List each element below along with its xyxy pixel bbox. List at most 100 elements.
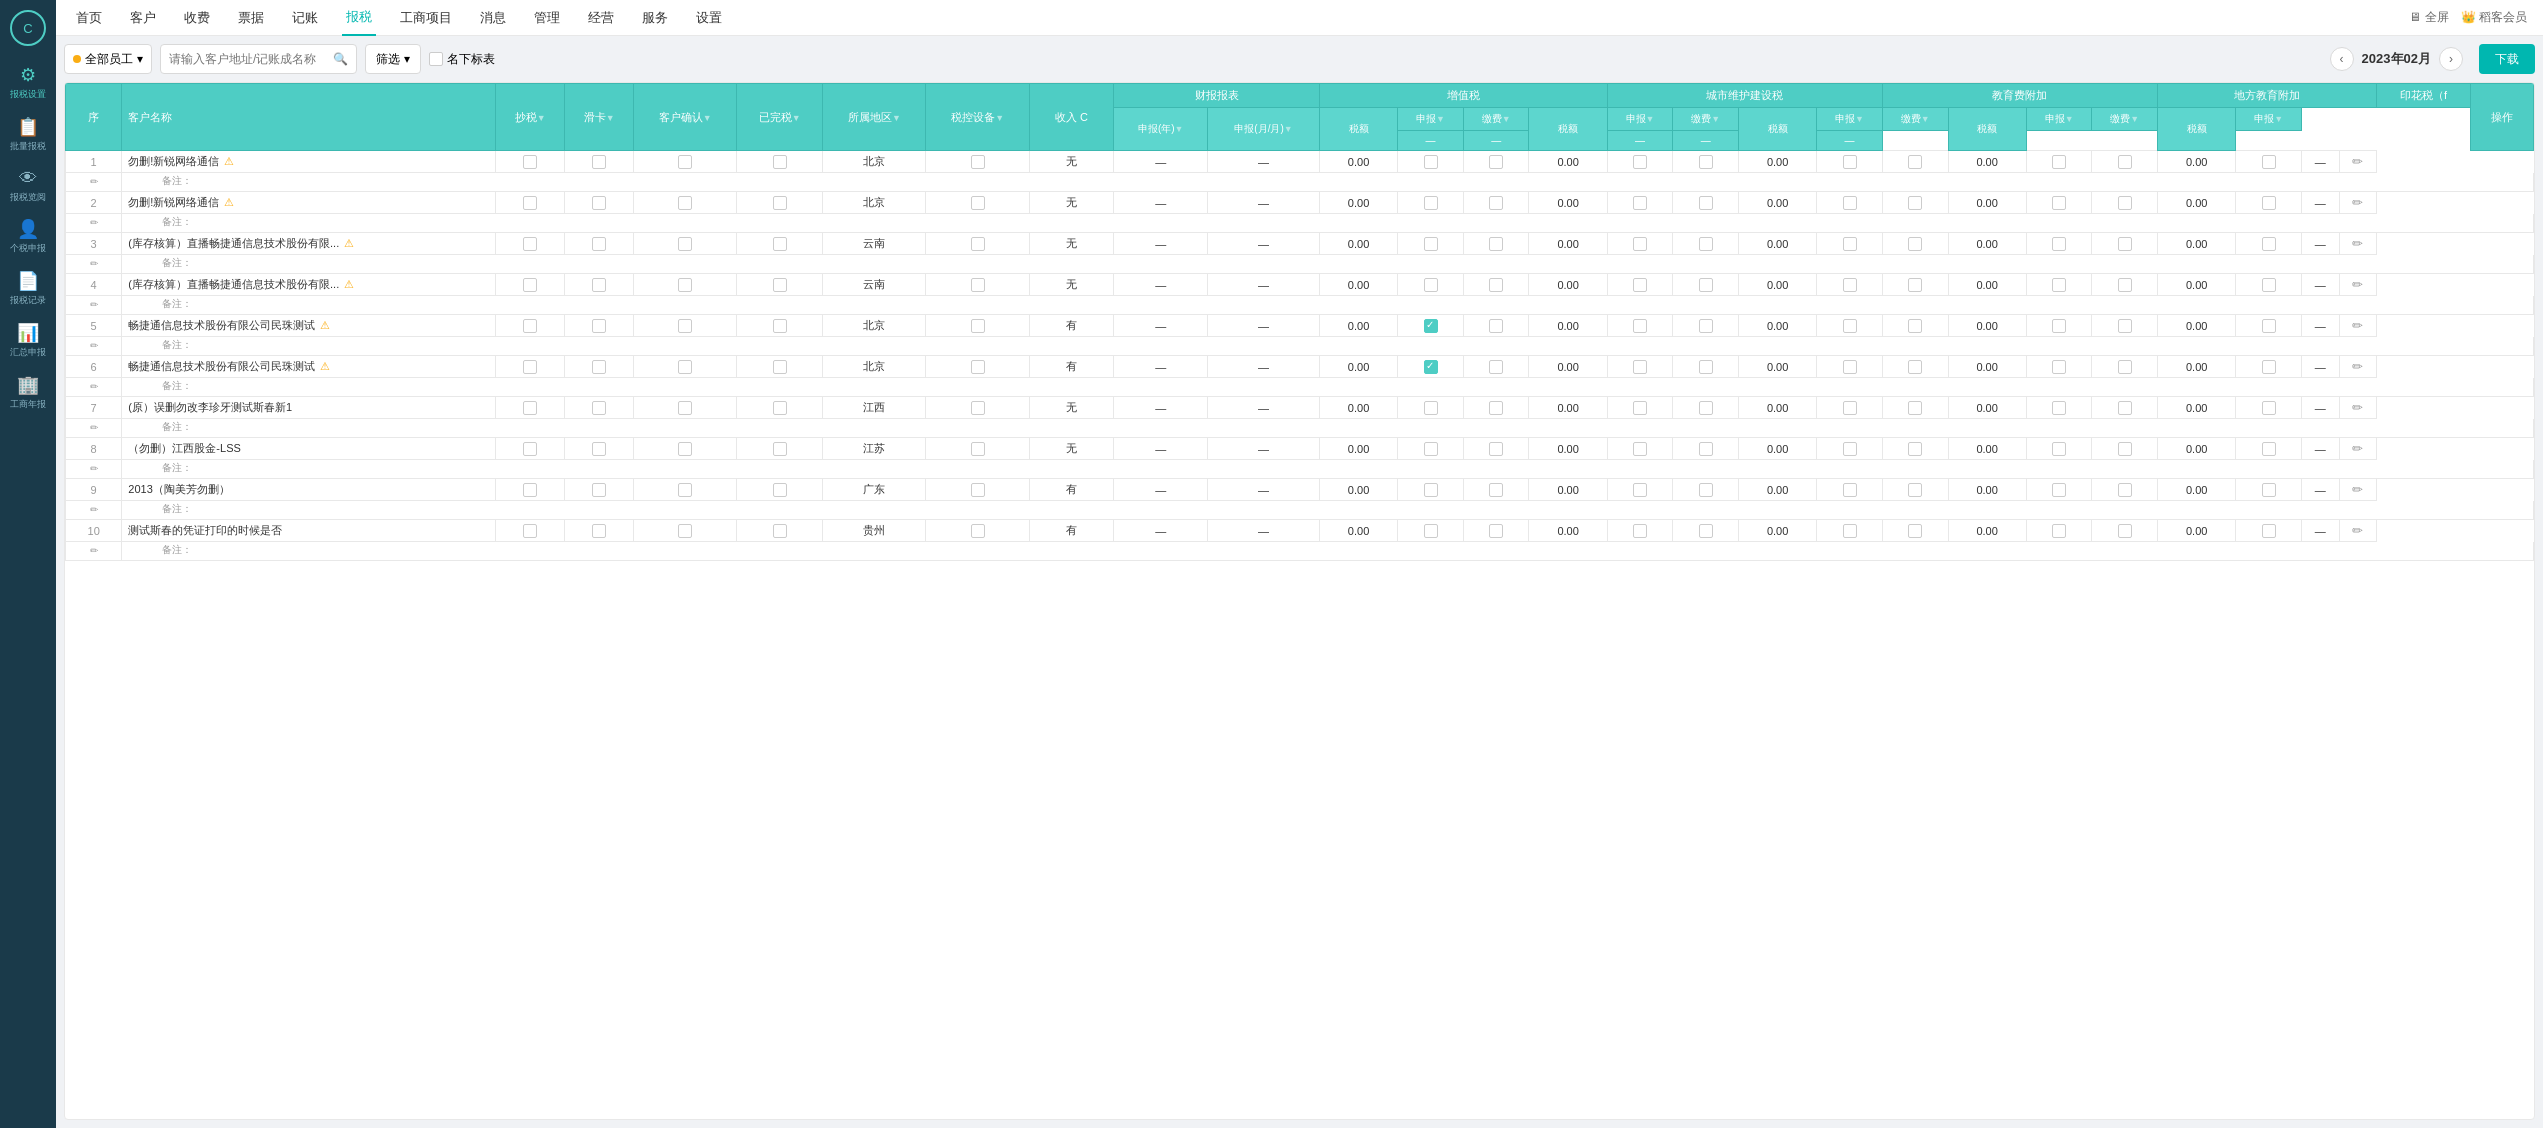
cell-zengjia-shenbao[interactable]: [1398, 397, 1464, 419]
next-month-button[interactable]: ›: [2439, 47, 2463, 71]
sidebar-item-gongshangnian-bao[interactable]: 🏢 工商年报: [0, 366, 56, 418]
checkbox[interactable]: [2118, 196, 2132, 210]
cell-cweihu-shenbao[interactable]: [1607, 356, 1673, 378]
cell-jiaoyu-shenbao[interactable]: [1817, 151, 1883, 173]
checkbox[interactable]: [1633, 360, 1647, 374]
cell-cweihu-shenbao[interactable]: [1607, 397, 1673, 419]
remark-edit-icon[interactable]: ✏: [66, 378, 122, 397]
checkbox[interactable]: [1633, 483, 1647, 497]
cell-caozuo[interactable]: ✏: [2339, 274, 2377, 296]
cell-kehuqueren[interactable]: [634, 479, 737, 501]
cell-huaka[interactable]: [565, 356, 634, 378]
cell-jiaoyu-jiaofei[interactable]: [1882, 274, 1948, 296]
checkbox[interactable]: [2118, 442, 2132, 456]
nav-baoshui[interactable]: 报税: [342, 0, 376, 36]
checkbox[interactable]: [1699, 524, 1713, 538]
checkbox[interactable]: [2118, 319, 2132, 333]
cell-kongzhi[interactable]: [926, 151, 1029, 173]
cell-caozuo[interactable]: ✏: [2339, 192, 2377, 214]
cell-jiaoyu-jiaofei[interactable]: [1882, 479, 1948, 501]
checkbox[interactable]: [1489, 360, 1503, 374]
checkbox[interactable]: [2118, 401, 2132, 415]
cell-zengjia-shenbao[interactable]: [1398, 479, 1464, 501]
cell-defang-shenbao[interactable]: [2026, 438, 2092, 460]
cell-chaoshui[interactable]: [496, 520, 565, 542]
cell-kongzhi[interactable]: [926, 192, 1029, 214]
cell-cweihu-jiaofei[interactable]: [1673, 192, 1739, 214]
cell-defang-jiaofei[interactable]: [2092, 479, 2158, 501]
checkbox[interactable]: [2262, 524, 2276, 538]
checkbox[interactable]: [1699, 278, 1713, 292]
sidebar-item-baoshui-jilu[interactable]: 📄 报税记录: [0, 262, 56, 314]
cell-chaoshui[interactable]: [496, 356, 565, 378]
checkbox[interactable]: [971, 196, 985, 210]
checkbox[interactable]: [1908, 155, 1922, 169]
vip-btn[interactable]: 👑 稻客会员: [2461, 9, 2527, 26]
cell-chaoshui[interactable]: [496, 397, 565, 419]
named-checkbox[interactable]: 名下标表: [429, 51, 495, 68]
filter-button[interactable]: 筛选 ▾: [365, 44, 421, 74]
sidebar-item-piliang-baoshui[interactable]: 📋 批量报税: [0, 108, 56, 160]
cell-huaka[interactable]: [565, 520, 634, 542]
cell-huaka[interactable]: [565, 315, 634, 337]
checkbox[interactable]: [1633, 155, 1647, 169]
checkbox[interactable]: [2262, 319, 2276, 333]
cell-huaka[interactable]: [565, 192, 634, 214]
checkbox[interactable]: [1489, 442, 1503, 456]
cell-zengjia-jiaofei[interactable]: [1463, 233, 1529, 255]
checkbox[interactable]: [1699, 401, 1713, 415]
checkbox[interactable]: [1843, 524, 1857, 538]
cell-huaka[interactable]: [565, 151, 634, 173]
cell-huaka[interactable]: [565, 479, 634, 501]
cell-cweihu-jiaofei[interactable]: [1673, 315, 1739, 337]
checkbox[interactable]: [2052, 278, 2066, 292]
remark-edit-icon[interactable]: ✏: [66, 173, 122, 192]
cell-kehuqueren[interactable]: [634, 397, 737, 419]
cell-chaoshui[interactable]: [496, 151, 565, 173]
remark-edit-icon[interactable]: ✏: [66, 460, 122, 479]
cell-defang-shenbao[interactable]: [2026, 192, 2092, 214]
checkbox[interactable]: [1699, 237, 1713, 251]
cell-zengjia-jiaofei[interactable]: [1463, 356, 1529, 378]
nav-shezhi[interactable]: 设置: [692, 0, 726, 36]
cell-zengjia-jiaofei[interactable]: [1463, 397, 1529, 419]
checkbox[interactable]: [1843, 319, 1857, 333]
remark-edit-icon[interactable]: ✏: [66, 501, 122, 520]
cell-defang-jiaofei[interactable]: [2092, 520, 2158, 542]
cell-zengjia-jiaofei[interactable]: [1463, 479, 1529, 501]
cell-cweihu-jiaofei[interactable]: [1673, 520, 1739, 542]
checkbox[interactable]: [1908, 442, 1922, 456]
checkbox[interactable]: [1843, 483, 1857, 497]
cell-kehuqueren[interactable]: [634, 192, 737, 214]
checkbox[interactable]: [1699, 360, 1713, 374]
cell-caozuo[interactable]: ✏: [2339, 438, 2377, 460]
checkbox[interactable]: [1908, 319, 1922, 333]
cell-huaka[interactable]: [565, 438, 634, 460]
checkbox[interactable]: [2052, 360, 2066, 374]
checkbox[interactable]: [523, 401, 537, 415]
cell-defang-jiaofei[interactable]: [2092, 233, 2158, 255]
checkbox[interactable]: [592, 278, 606, 292]
nav-shoufei[interactable]: 收费: [180, 0, 214, 36]
cell-yishenbao[interactable]: [737, 274, 823, 296]
cell-jiaoyu-jiaofei[interactable]: [1882, 397, 1948, 419]
checkbox[interactable]: [1633, 278, 1647, 292]
checkbox[interactable]: [773, 360, 787, 374]
checkbox[interactable]: [2052, 483, 2066, 497]
checkbox[interactable]: [523, 483, 537, 497]
checkbox[interactable]: [523, 278, 537, 292]
checkbox[interactable]: [1699, 319, 1713, 333]
cell-yishenbao[interactable]: [737, 479, 823, 501]
cell-yishenbao[interactable]: [737, 438, 823, 460]
cell-jiaoyu-jiaofei[interactable]: [1882, 192, 1948, 214]
checkbox[interactable]: [2052, 196, 2066, 210]
cell-zengjia-jiaofei[interactable]: [1463, 520, 1529, 542]
cell-defang-jiaofei[interactable]: [2092, 438, 2158, 460]
checkbox[interactable]: [1699, 483, 1713, 497]
cell-kongzhi[interactable]: [926, 520, 1029, 542]
checkbox[interactable]: [1699, 155, 1713, 169]
cell-zengjia-shenbao[interactable]: [1398, 192, 1464, 214]
cell-kehuqueren[interactable]: [634, 274, 737, 296]
checkbox[interactable]: [971, 401, 985, 415]
sidebar-item-geshui-shenbao[interactable]: 👤 个税申报: [0, 210, 56, 262]
